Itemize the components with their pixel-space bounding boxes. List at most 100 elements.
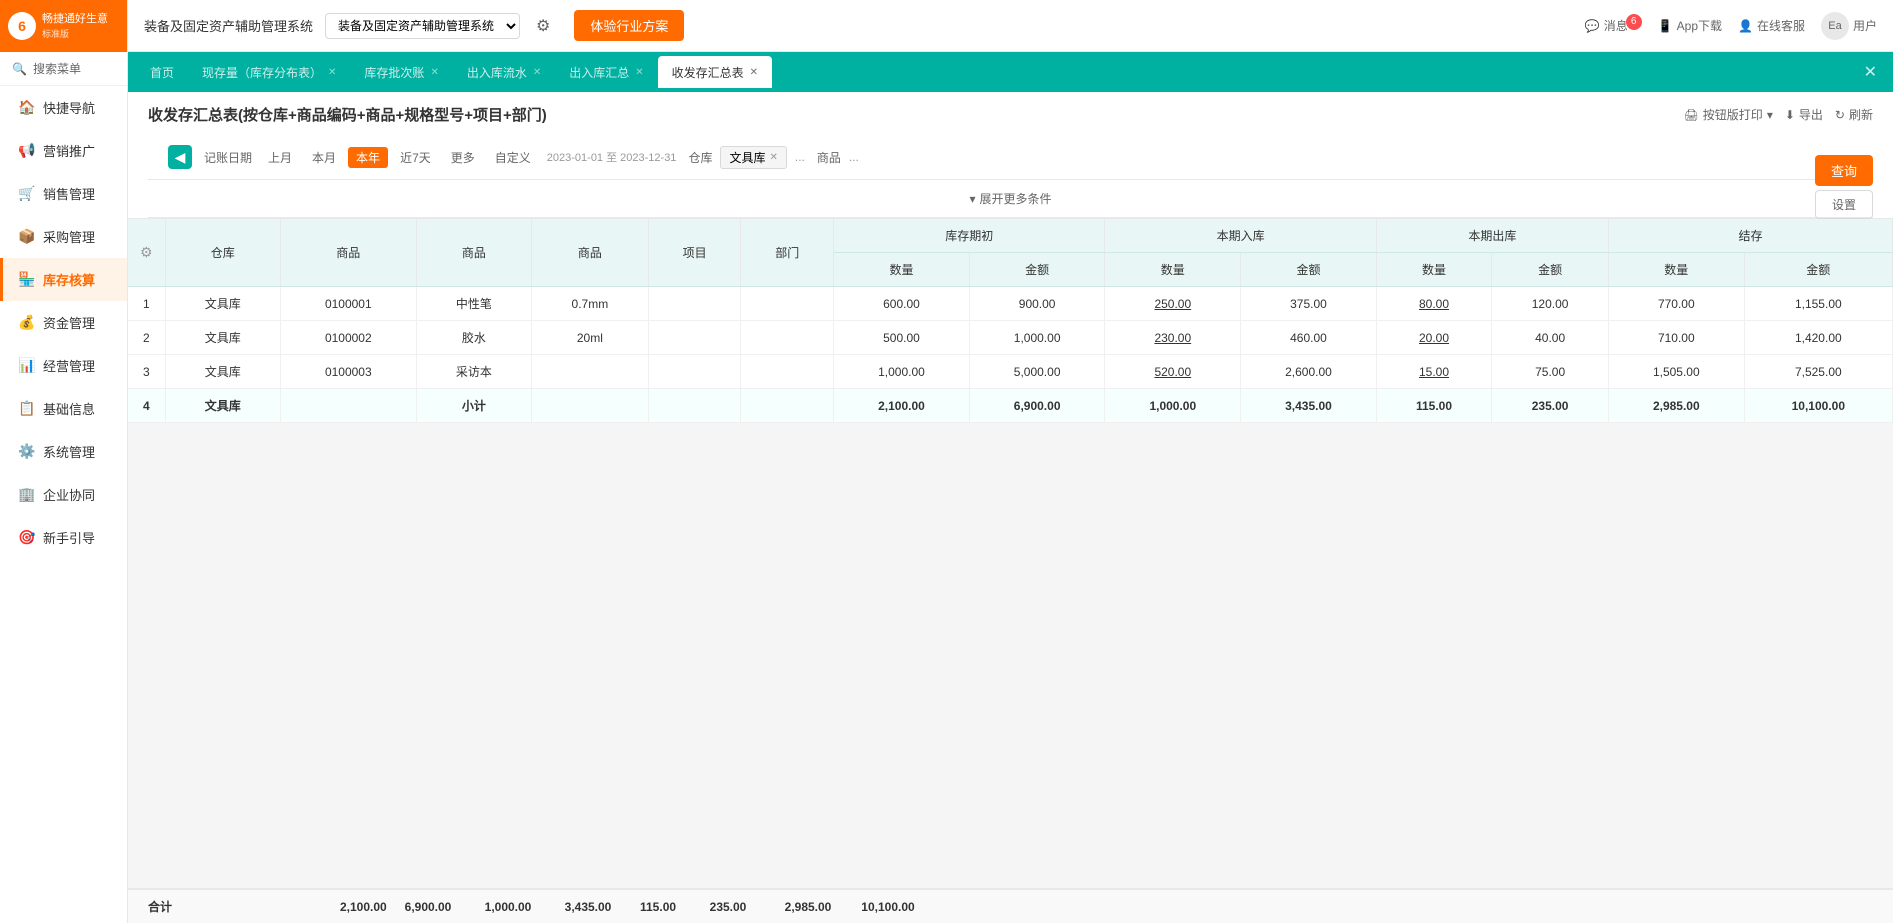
table-cell: 0100003 (280, 355, 416, 389)
table-cell: 1,505.00 (1608, 355, 1744, 389)
refresh-button[interactable]: ↻ 刷新 (1835, 106, 1873, 123)
sidebar-item-base-info[interactable]: 📋 基础信息 (0, 387, 127, 430)
filter-toggle-icon: ◀ (175, 149, 186, 166)
tab-close-all[interactable]: ✕ (1856, 62, 1885, 82)
tab-summary-close[interactable]: ✕ (635, 67, 643, 78)
sidebar-item-system[interactable]: ⚙️ 系统管理 (0, 430, 127, 473)
user-menu[interactable]: Ea 用户 (1821, 12, 1877, 40)
print-button[interactable]: 🖨 按钮版打印 ▾ (1684, 106, 1773, 123)
print-icon: 🖨 (1684, 108, 1699, 122)
table-cell: 235.00 (1492, 389, 1609, 423)
date-btn-this-month[interactable]: 本月 (304, 147, 344, 168)
tab-collect-summary-close[interactable]: ✕ (750, 67, 758, 78)
message-button[interactable]: 💬 消息 6 (1585, 17, 1642, 34)
table-cell: 2 (128, 321, 165, 355)
goods-more[interactable]: ... (849, 150, 859, 164)
settings-icon[interactable]: ⚙ (532, 12, 554, 40)
query-button[interactable]: 查询 (1815, 155, 1873, 186)
message-label: 消息 (1604, 17, 1628, 34)
sidebar-item-enterprise[interactable]: 🏢 企业协同 (0, 473, 127, 516)
tab-stock-dist-close[interactable]: ✕ (328, 67, 336, 78)
tab-flow[interactable]: 出入库流水 ✕ (453, 56, 555, 88)
th-settings[interactable]: ⚙ (128, 219, 165, 287)
warehouse-more[interactable]: ... (795, 150, 805, 164)
table-cell (280, 389, 416, 423)
table-cell[interactable]: 230.00 (1105, 321, 1241, 355)
table-settings-button[interactable]: 设置 (1815, 190, 1873, 219)
table-cell[interactable]: 20.00 (1376, 321, 1491, 355)
th-init-stock: 库存期初 (834, 219, 1105, 253)
table-cell: 460.00 (1241, 321, 1377, 355)
th-out-qty: 数量 (1376, 253, 1491, 287)
sidebar-item-label: 新手引导 (43, 528, 95, 547)
tab-collect-summary[interactable]: 收发存汇总表 ✕ (658, 56, 772, 88)
table-cell: 0100002 (280, 321, 416, 355)
th-bal-qty: 数量 (1608, 253, 1744, 287)
table-cell: 20ml (532, 321, 649, 355)
purchase-icon: 📦 (19, 229, 35, 245)
date-btn-last-month[interactable]: 上月 (260, 147, 300, 168)
footer-out-qty: 115.00 (628, 900, 688, 914)
th-out-amt: 金额 (1492, 253, 1609, 287)
tab-home[interactable]: 首页 (136, 56, 188, 88)
sidebar-item-quick-nav[interactable]: 🏠 快捷导航 (0, 86, 127, 129)
th-name: 商品 (416, 219, 531, 287)
date-btn-7days[interactable]: 近7天 (392, 147, 439, 168)
sidebar-item-guide[interactable]: 🎯 新手引导 (0, 516, 127, 559)
table-cell: 75.00 (1492, 355, 1609, 389)
system-dropdown[interactable]: 装备及固定资产辅助管理系统 (325, 13, 520, 39)
table-cell[interactable]: 80.00 (1376, 287, 1491, 321)
try-industry-button[interactable]: 体验行业方案 (574, 10, 684, 41)
sidebar-item-label: 经营管理 (43, 356, 95, 375)
table-cell[interactable]: 520.00 (1105, 355, 1241, 389)
date-btn-custom[interactable]: 自定义 (487, 147, 539, 168)
expand-conditions-button[interactable]: ▾ 展开更多条件 (961, 186, 1059, 211)
tab-summary[interactable]: 出入库汇总 ✕ (555, 56, 657, 88)
system-title: 装备及固定资产辅助管理系统 (144, 16, 313, 35)
inventory-icon: 🏪 (19, 272, 35, 288)
table-cell: 小计 (416, 389, 531, 423)
sidebar-item-business[interactable]: 📊 经营管理 (0, 344, 127, 387)
date-btn-this-year[interactable]: 本年 (348, 147, 388, 168)
sidebar-item-finance[interactable]: 💰 资金管理 (0, 301, 127, 344)
sidebar-nav: 🏠 快捷导航 📢 营销推广 🛒 销售管理 📦 采购管理 🏪 库存核算 💰 资金管… (0, 86, 127, 923)
sidebar-logo: 6 畅捷通好生意 标准版 (0, 0, 127, 52)
online-service-button[interactable]: 👤 在线客服 (1738, 17, 1805, 34)
user-label: 用户 (1853, 17, 1877, 34)
tab-batch-close[interactable]: ✕ (430, 67, 438, 78)
warehouse-tag-close[interactable]: ✕ (769, 152, 777, 163)
table-row: 3文具库0100003采访本1,000.005,000.00520.002,60… (128, 355, 1893, 389)
table-cell[interactable]: 15.00 (1376, 355, 1491, 389)
sidebar-item-inventory[interactable]: 🏪 库存核算 (0, 258, 127, 301)
tab-flow-close[interactable]: ✕ (533, 67, 541, 78)
filter-toggle-button[interactable]: ◀ (168, 145, 192, 169)
app-download-button[interactable]: 📱 App下载 (1658, 17, 1722, 34)
download-icon: 📱 (1658, 19, 1673, 33)
table-cell: 5,000.00 (969, 355, 1105, 389)
table-cell: 采访本 (416, 355, 531, 389)
table-cell: 文具库 (165, 389, 280, 423)
logo-text: 畅捷通好生意 (42, 12, 108, 26)
table-cell[interactable]: 250.00 (1105, 287, 1241, 321)
table-cell: 710.00 (1608, 321, 1744, 355)
system-icon: ⚙️ (19, 444, 35, 460)
sidebar-item-purchase[interactable]: 📦 采购管理 (0, 215, 127, 258)
gear-icon[interactable]: ⚙ (140, 244, 153, 260)
th-init-qty: 数量 (834, 253, 970, 287)
tab-stock-dist[interactable]: 现存量（库存分布表） ✕ (188, 56, 350, 88)
page-header: 收发存汇总表(按仓库+商品编码+商品+规格型号+项目+部门) 🖨 按钮版打印 ▾… (128, 92, 1893, 219)
business-icon: 📊 (19, 358, 35, 374)
sidebar-item-label: 企业协同 (43, 485, 95, 504)
date-btn-more[interactable]: 更多 (443, 147, 483, 168)
date-buttons: 上月 本月 本年 近7天 更多 自定义 (260, 147, 539, 168)
main: 装备及固定资产辅助管理系统 装备及固定资产辅助管理系统 ⚙ 体验行业方案 💬 消… (128, 0, 1893, 923)
search-icon: 🔍 (12, 62, 27, 76)
sidebar-item-marketing[interactable]: 📢 营销推广 (0, 129, 127, 172)
export-button[interactable]: ⬇ 导出 (1785, 106, 1823, 123)
export-label: 导出 (1799, 106, 1823, 123)
sidebar-item-sales[interactable]: 🛒 销售管理 (0, 172, 127, 215)
query-actions: 查询 设置 (1815, 155, 1873, 219)
tab-batch[interactable]: 库存批次账 ✕ (350, 56, 452, 88)
th-out: 本期出库 (1376, 219, 1608, 253)
sidebar-search[interactable]: 🔍 搜索菜单 (0, 52, 127, 86)
